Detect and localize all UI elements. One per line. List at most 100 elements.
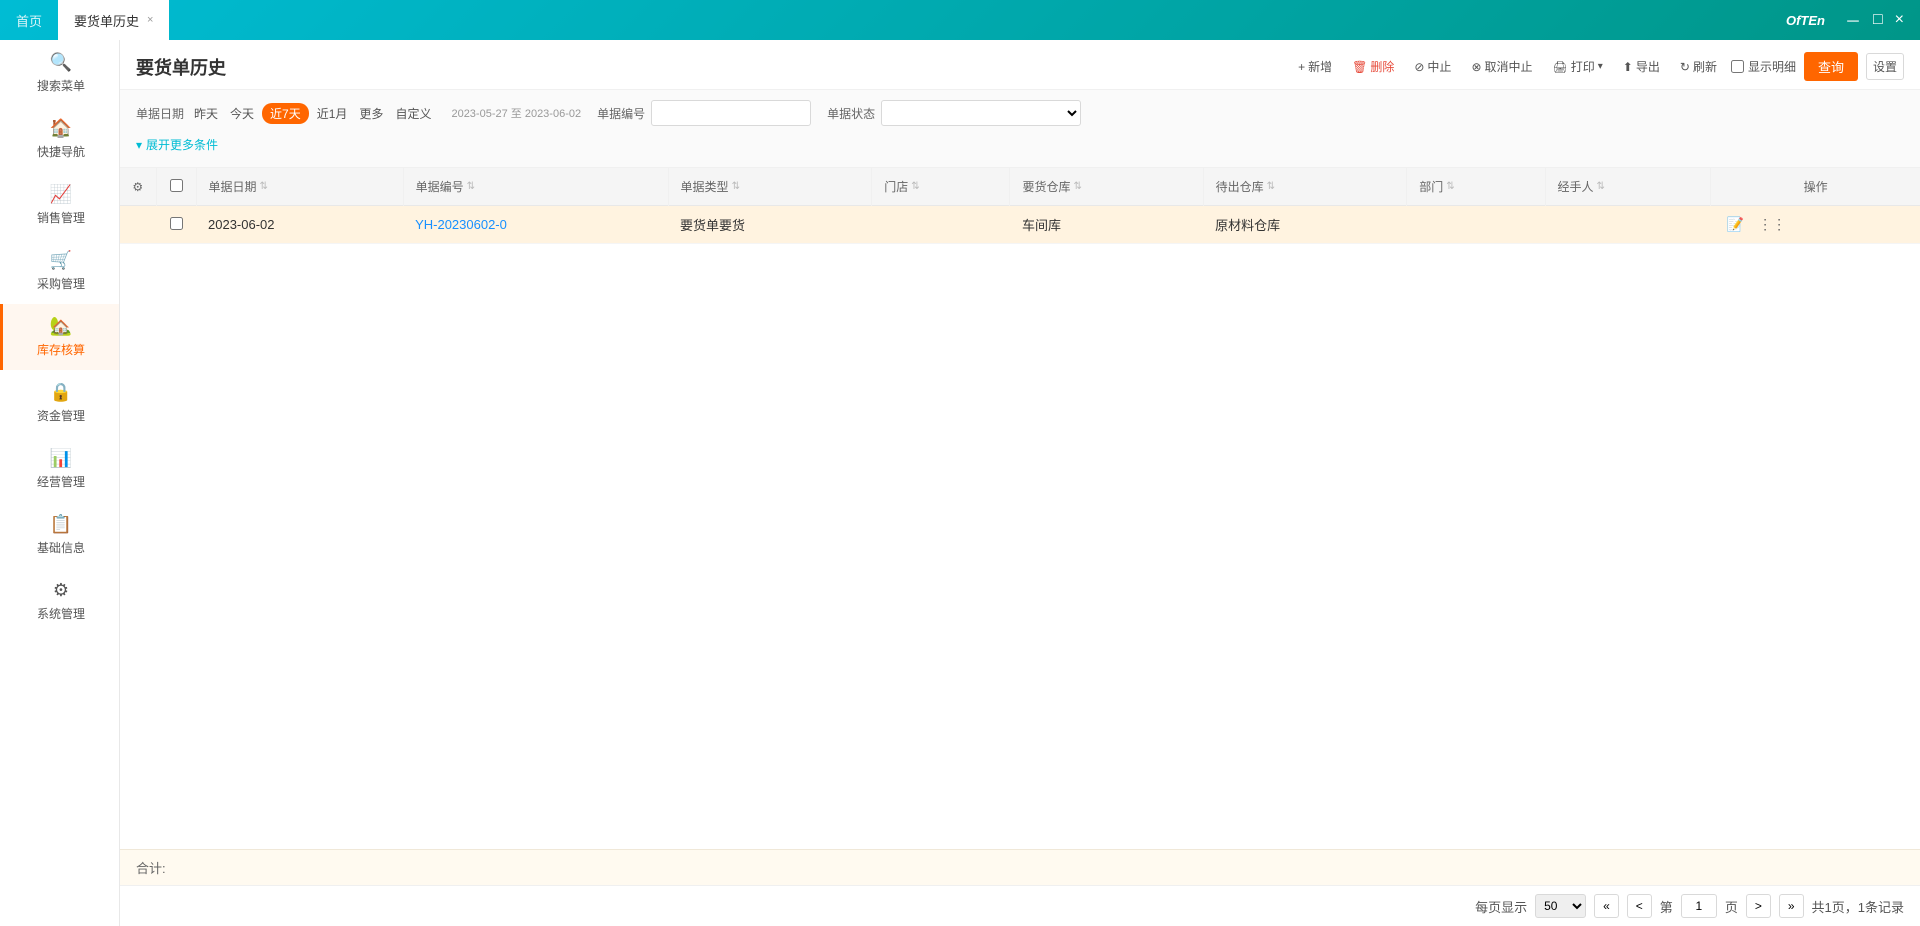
tab-home[interactable]: 首页 [0,0,58,40]
th-req-warehouse-label: 要货仓库 [1022,178,1070,195]
sidebar-item-sys-mgmt-label: 系统管理 [37,605,85,622]
print-button[interactable]: 🖨 打印 ▾ [1547,54,1609,79]
delete-button[interactable]: 🗑 删除 [1346,54,1400,79]
export-label: 导出 [1636,58,1660,75]
row-actions-group: 📝 ⋮⋮ [1723,214,1908,235]
page-header: 要货单历史 + 新增 🗑 删除 ⊘ 中止 ⊗ 取消中止 [120,40,1920,90]
page-unit: 页 [1725,897,1738,916]
basic-info-icon: 📋 [50,514,72,535]
export-icon: ⬆ [1623,60,1633,74]
finance-mgmt-icon: 🔒 [50,382,72,403]
stop-icon: ⊘ [1414,60,1424,74]
sidebar-item-sys-mgmt[interactable]: ⚙ 系统管理 [0,568,119,634]
row-edit-btn[interactable]: 📝 [1723,214,1748,235]
date-btn-custom[interactable]: 自定义 [391,103,435,124]
filter-date-range-item: 2023-05-27 至 2023-06-02 [451,105,581,121]
date-btn-today[interactable]: 今天 [226,103,258,124]
sidebar: 🔍 搜索菜单 🏠 快捷导航 📈 销售管理 🛒 采购管理 🏡 库存核算 🔒 资金管… [0,40,120,926]
filter-area: 单据日期 昨天 今天 近7天 近1月 更多 自定义 2023-05-27 至 2… [120,90,1920,168]
th-handler-sort-icon: ⇅ [1597,181,1605,192]
prev-page-btn[interactable]: < [1627,894,1652,918]
add-icon: + [1298,60,1305,74]
current-page-input[interactable] [1681,894,1717,918]
purchase-mgmt-icon: 🛒 [50,250,72,271]
close-btn[interactable]: × [1895,11,1904,29]
sidebar-item-basic-info[interactable]: 📋 基础信息 [0,502,119,568]
refresh-button[interactable]: ↻ 刷新 [1674,54,1723,79]
th-actions: 操作 [1711,168,1920,206]
display-detail-checkbox[interactable] [1731,60,1744,73]
print-label: 打印 [1571,58,1595,75]
doc-status-select[interactable] [881,100,1081,126]
sys-mgmt-icon: ⚙ [53,580,69,601]
select-all-checkbox[interactable] [170,179,183,192]
td-row-settings [120,206,156,244]
tab-requisition-history[interactable]: 要货单历史 × [58,0,169,40]
date-btn-yesterday[interactable]: 昨天 [190,103,222,124]
search-menu-icon: 🔍 [50,52,72,73]
expand-more-btn[interactable]: ▾ 展开更多条件 [136,132,1904,157]
cancel-stop-label: 取消中止 [1485,58,1533,75]
next-page-btn[interactable]: > [1746,894,1771,918]
sidebar-item-finance-mgmt[interactable]: 🔒 资金管理 [0,370,119,436]
sidebar-item-sales-mgmt-label: 销售管理 [37,209,85,226]
settings-button[interactable]: 设置 [1866,53,1904,80]
column-settings-icon[interactable]: ⚙ [132,180,143,194]
td-store [872,206,1010,244]
date-btn-more[interactable]: 更多 [355,103,387,124]
th-store-sort-icon: ⇅ [911,181,919,192]
sidebar-item-quick-nav[interactable]: 🏠 快捷导航 [0,106,119,172]
sidebar-item-finance-mgmt-label: 资金管理 [37,407,85,424]
date-range-display: 2023-05-27 至 2023-06-02 [451,105,581,121]
table-footer: 合计: [120,849,1920,885]
th-req-warehouse: 要货仓库 ⇅ [1010,168,1203,206]
th-doc-type: 单据类型 ⇅ [668,168,872,206]
th-pending-warehouse: 待出仓库 ⇅ [1203,168,1407,206]
row-checkbox-1[interactable] [170,217,183,230]
date-btn-7days[interactable]: 近7天 [262,103,309,124]
th-doc-date-label: 单据日期 [209,178,257,195]
sidebar-item-basic-info-label: 基础信息 [37,539,85,556]
page-size-select[interactable]: 20 50 100 200 [1535,894,1586,918]
th-actions-label: 操作 [1804,180,1828,194]
stop-button[interactable]: ⊘ 中止 [1408,54,1457,79]
td-doc-no: YH-20230602-0 [403,206,668,244]
display-detail-checkbox-label[interactable]: 显示明细 [1731,58,1796,75]
td-doc-date: 2023-06-02 [196,206,403,244]
sidebar-item-purchase-mgmt[interactable]: 🛒 采购管理 [0,238,119,304]
export-button[interactable]: ⬆ 导出 [1617,54,1666,79]
th-settings: ⚙ [120,168,156,206]
maximize-btn[interactable]: □ [1873,11,1883,29]
doc-no-label: 单据编号 [597,105,645,122]
last-page-btn[interactable]: » [1779,894,1804,918]
sidebar-item-sales-mgmt[interactable]: 📈 销售管理 [0,172,119,238]
row-more-btn[interactable]: ⋮⋮ [1754,214,1790,235]
add-button[interactable]: + 新增 [1292,54,1338,79]
table-area: ⚙ 单据日期 ⇅ 单据编号 [120,168,1920,849]
expand-more-label: 展开更多条件 [146,136,218,153]
sidebar-item-search-menu[interactable]: 🔍 搜索菜单 [0,40,119,106]
print-dropdown-icon: ▾ [1598,61,1603,72]
th-dept-label: 部门 [1419,178,1443,195]
row-doc-no-link[interactable]: YH-20230602-0 [415,217,507,232]
first-page-btn[interactable]: « [1594,894,1619,918]
td-row-checkbox [156,206,196,244]
page-title: 要货单历史 [136,54,226,80]
th-dept-sort-icon: ⇅ [1446,181,1454,192]
doc-status-label: 单据状态 [827,105,875,122]
query-button[interactable]: 查询 [1804,52,1858,81]
tab-requisition-history-close[interactable]: × [147,14,153,26]
cancel-stop-button[interactable]: ⊗ 取消中止 [1465,54,1538,79]
th-handler: 经手人 ⇅ [1545,168,1711,206]
minimize-btn[interactable]: － [1845,8,1861,32]
th-req-warehouse-sort-icon: ⇅ [1073,181,1081,192]
sales-mgmt-icon: 📈 [50,184,72,205]
sidebar-item-ops-mgmt[interactable]: 📊 经营管理 [0,436,119,502]
table-body: 2023-06-02 YH-20230602-0 要货单要货 车间库 [120,206,1920,244]
expand-more-icon: ▾ [136,138,142,152]
print-icon: 🖨 [1553,60,1568,74]
th-doc-type-label: 单据类型 [681,178,729,195]
date-btn-1month[interactable]: 近1月 [313,103,352,124]
doc-no-input[interactable] [651,100,811,126]
sidebar-item-inventory[interactable]: 🏡 库存核算 [0,304,119,370]
